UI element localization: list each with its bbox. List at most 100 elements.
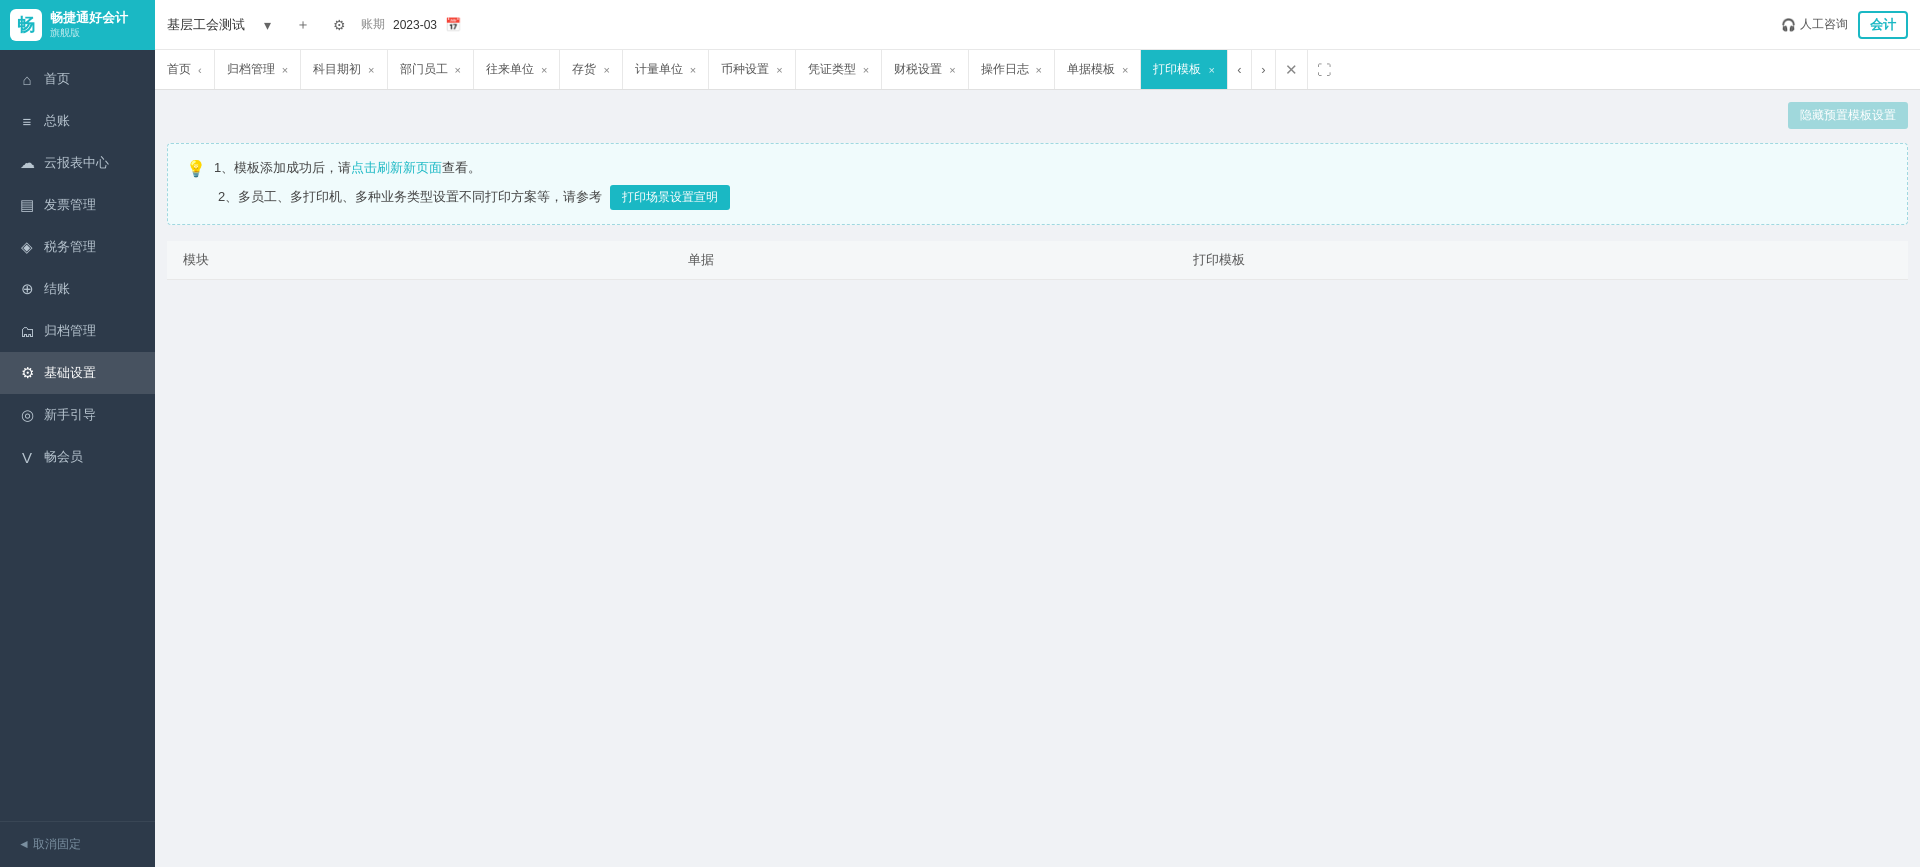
notice-line1-post: 查看。 [442,160,481,175]
settings-gear-icon[interactable]: ⚙ [325,11,353,39]
calendar-icon[interactable]: 📅 [445,17,461,32]
sidebar-label-ledger: 总账 [44,112,70,130]
notice-line2-pre: 2、多员工、多打印机、多种业务类型设置不同打印方案等，请参考 [218,189,602,204]
tab-print-template-close[interactable]: × [1208,64,1214,76]
tab-archive-mgmt-close[interactable]: × [282,64,288,76]
tab-tax-settings[interactable]: 财税设置 × [882,50,968,90]
main-area: 基层工会测试 ▾ ＋ ⚙ 账期 2023-03 📅 🎧 人工咨询 会计 首页 ‹… [155,0,1920,867]
sidebar-item-guide[interactable]: ◎ 新手引导 [0,394,155,436]
tab-close-all-button[interactable]: ✕ [1276,50,1308,90]
topbar: 基层工会测试 ▾ ＋ ⚙ 账期 2023-03 📅 🎧 人工咨询 会计 [155,0,1920,50]
member-icon: V [18,449,36,466]
tab-single-form-close[interactable]: × [1122,64,1128,76]
tab-archive-mgmt-label: 归档管理 [227,61,275,78]
info-notice: 💡 1、模板添加成功后，请点击刷新新页面查看。 2、多员工、多打印机、多种业务类… [167,143,1908,225]
ledger-icon: ≡ [18,113,36,130]
tab-dept-staff[interactable]: 部门员工 × [388,50,474,90]
sidebar-label-member: 畅会员 [44,448,83,466]
unpin-button[interactable]: ◄ 取消固定 [0,821,155,867]
content-area: 隐藏预置模板设置 💡 1、模板添加成功后，请点击刷新新页面查看。 2、多员工、多… [155,90,1920,867]
tab-inventory-label: 存货 [572,61,596,78]
service-button[interactable]: 🎧 人工咨询 [1781,16,1848,33]
tab-voucher-type[interactable]: 凭证类型 × [796,50,882,90]
tab-single-form[interactable]: 单据模板 × [1055,50,1141,90]
tab-expand-button[interactable]: ⛶ [1308,50,1340,90]
tab-archive-mgmt[interactable]: 归档管理 × [215,50,301,90]
invoice-icon: ▤ [18,196,36,214]
print-scene-button[interactable]: 打印场景设置宣明 [610,185,730,210]
tab-currency[interactable]: 币种设置 × [709,50,795,90]
cloud-icon: ☁ [18,154,36,172]
tabbar: 首页 ‹ 归档管理 × 科目期初 × 部门员工 × 往来单位 × 存货 × 计量… [155,50,1920,90]
hide-preview-button[interactable]: 隐藏预置模板设置 [1788,102,1908,129]
tab-tax-settings-close[interactable]: × [949,64,955,76]
print-template-table: 模块 单据 打印模板 [167,241,1908,280]
tab-subject-init-close[interactable]: × [368,64,374,76]
tab-single-form-label: 单据模板 [1067,61,1115,78]
tab-measure-unit-close[interactable]: × [690,64,696,76]
sidebar-nav: ⌂ 首页 ≡ 总账 ☁ 云报表中心 ▤ 发票管理 ◈ 税务管理 ⊕ 结账 🗂 归… [0,50,155,821]
logo-icon: 畅 [10,9,42,41]
tab-currency-close[interactable]: × [776,64,782,76]
account-button[interactable]: 会计 [1858,11,1908,39]
tab-home[interactable]: 首页 ‹ [155,50,215,90]
unpin-label: ◄ 取消固定 [18,836,81,853]
tab-home-back-icon[interactable]: ‹ [198,64,202,76]
table-header: 模块 单据 打印模板 [167,241,1908,280]
sidebar-item-settings[interactable]: ⚙ 基础设置 [0,352,155,394]
tab-voucher-type-close[interactable]: × [863,64,869,76]
sidebar-label-invoice: 发票管理 [44,196,96,214]
sidebar-item-tax[interactable]: ◈ 税务管理 [0,226,155,268]
col-module: 模块 [167,241,672,280]
tab-partner[interactable]: 往来单位 × [474,50,560,90]
tab-inventory-close[interactable]: × [603,64,609,76]
closing-icon: ⊕ [18,280,36,298]
notice-text-2: 2、多员工、多打印机、多种业务类型设置不同打印方案等，请参考 打印场景设置宣明 [218,185,734,210]
tab-dept-staff-close[interactable]: × [455,64,461,76]
tab-op-log-close[interactable]: × [1036,64,1042,76]
tab-currency-label: 币种设置 [721,61,769,78]
sidebar-item-archive[interactable]: 🗂 归档管理 [0,310,155,352]
tab-measure-unit[interactable]: 计量单位 × [623,50,709,90]
archive-icon: 🗂 [18,323,36,340]
sidebar-item-invoice[interactable]: ▤ 发票管理 [0,184,155,226]
sidebar-label-settings: 基础设置 [44,364,96,382]
refresh-link[interactable]: 点击刷新新页面 [351,160,442,175]
tab-subject-init-label: 科目期初 [313,61,361,78]
notice-row-1: 💡 1、模板添加成功后，请点击刷新新页面查看。 [186,158,1889,179]
bulb-icon: 💡 [186,159,206,178]
tab-tax-settings-label: 财税设置 [894,61,942,78]
content-header: 隐藏预置模板设置 [167,102,1908,137]
logo-text-block: 畅捷通好会计 旗舰版 [50,10,128,40]
logo-title: 畅捷通好会计 [50,10,128,26]
col-document: 单据 [672,241,1177,280]
period-label: 账期 [361,16,385,33]
sidebar-item-closing[interactable]: ⊕ 结账 [0,268,155,310]
tab-op-log-label: 操作日志 [981,61,1029,78]
tab-print-template[interactable]: 打印模板 × [1141,50,1227,90]
tab-subject-init[interactable]: 科目期初 × [301,50,387,90]
tab-measure-unit-label: 计量单位 [635,61,683,78]
company-name[interactable]: 基层工会测试 [167,16,245,34]
sidebar-item-ledger[interactable]: ≡ 总账 [0,100,155,142]
sidebar-label-tax: 税务管理 [44,238,96,256]
service-label: 人工咨询 [1800,16,1848,33]
guide-icon: ◎ [18,406,36,424]
add-tab-icon[interactable]: ＋ [289,11,317,39]
sidebar-label-reports: 云报表中心 [44,154,109,172]
sidebar-item-member[interactable]: V 畅会员 [0,436,155,478]
tab-prev-arrow[interactable]: ‹ [1228,50,1252,90]
company-dropdown-icon[interactable]: ▾ [253,11,281,39]
sidebar: 畅 畅捷通好会计 旗舰版 ⌂ 首页 ≡ 总账 ☁ 云报表中心 ▤ 发票管理 ◈ … [0,0,155,867]
tab-dept-staff-label: 部门员工 [400,61,448,78]
sidebar-item-reports[interactable]: ☁ 云报表中心 [0,142,155,184]
tab-next-arrow[interactable]: › [1252,50,1276,90]
headset-icon: 🎧 [1781,18,1796,32]
tab-partner-close[interactable]: × [541,64,547,76]
sidebar-item-home[interactable]: ⌂ 首页 [0,58,155,100]
tab-op-log[interactable]: 操作日志 × [969,50,1055,90]
settings-icon: ⚙ [18,364,36,382]
notice-line1-pre: 1、模板添加成功后，请 [214,160,351,175]
sidebar-label-guide: 新手引导 [44,406,96,424]
tab-inventory[interactable]: 存货 × [560,50,622,90]
